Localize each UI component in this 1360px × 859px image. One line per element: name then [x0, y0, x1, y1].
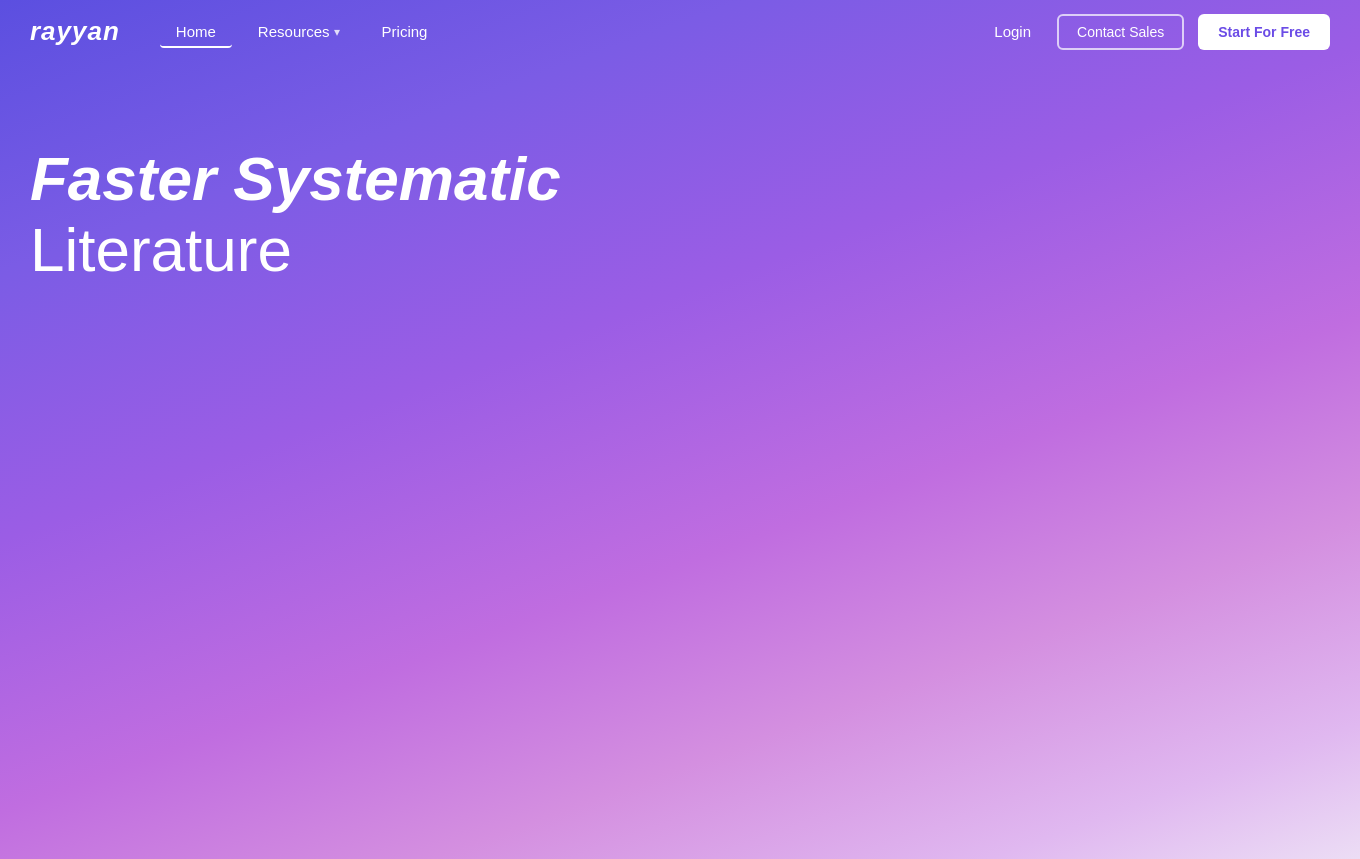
- hero-title: Faster Systematic Literature: [30, 143, 730, 286]
- logo[interactable]: rayyan: [30, 16, 120, 47]
- navbar-right: Login Contact Sales Start For Free: [982, 14, 1330, 50]
- login-button[interactable]: Login: [982, 15, 1043, 48]
- hero-title-part2: Literature: [30, 215, 292, 284]
- hero-title-part1: Faster Systematic: [30, 144, 561, 213]
- contact-sales-button[interactable]: Contact Sales: [1057, 14, 1184, 50]
- nav-links: Home Resources ▾ Pricing: [160, 15, 444, 48]
- navbar-left: rayyan Home Resources ▾ Pricing: [30, 15, 443, 48]
- navbar: rayyan Home Resources ▾ Pricing Login: [0, 0, 1360, 63]
- hero-section: Faster Systematic Literature: [0, 63, 1360, 286]
- nav-pricing[interactable]: Pricing: [366, 15, 444, 48]
- nav-home[interactable]: Home: [160, 15, 232, 48]
- nav-resources[interactable]: Resources ▾: [242, 15, 356, 48]
- page-wrapper: rayyan Home Resources ▾ Pricing Login: [0, 0, 1360, 859]
- start-for-free-button[interactable]: Start For Free: [1198, 14, 1330, 50]
- resources-chevron-icon: ▾: [334, 25, 340, 39]
- logo-text: rayyan: [30, 16, 120, 47]
